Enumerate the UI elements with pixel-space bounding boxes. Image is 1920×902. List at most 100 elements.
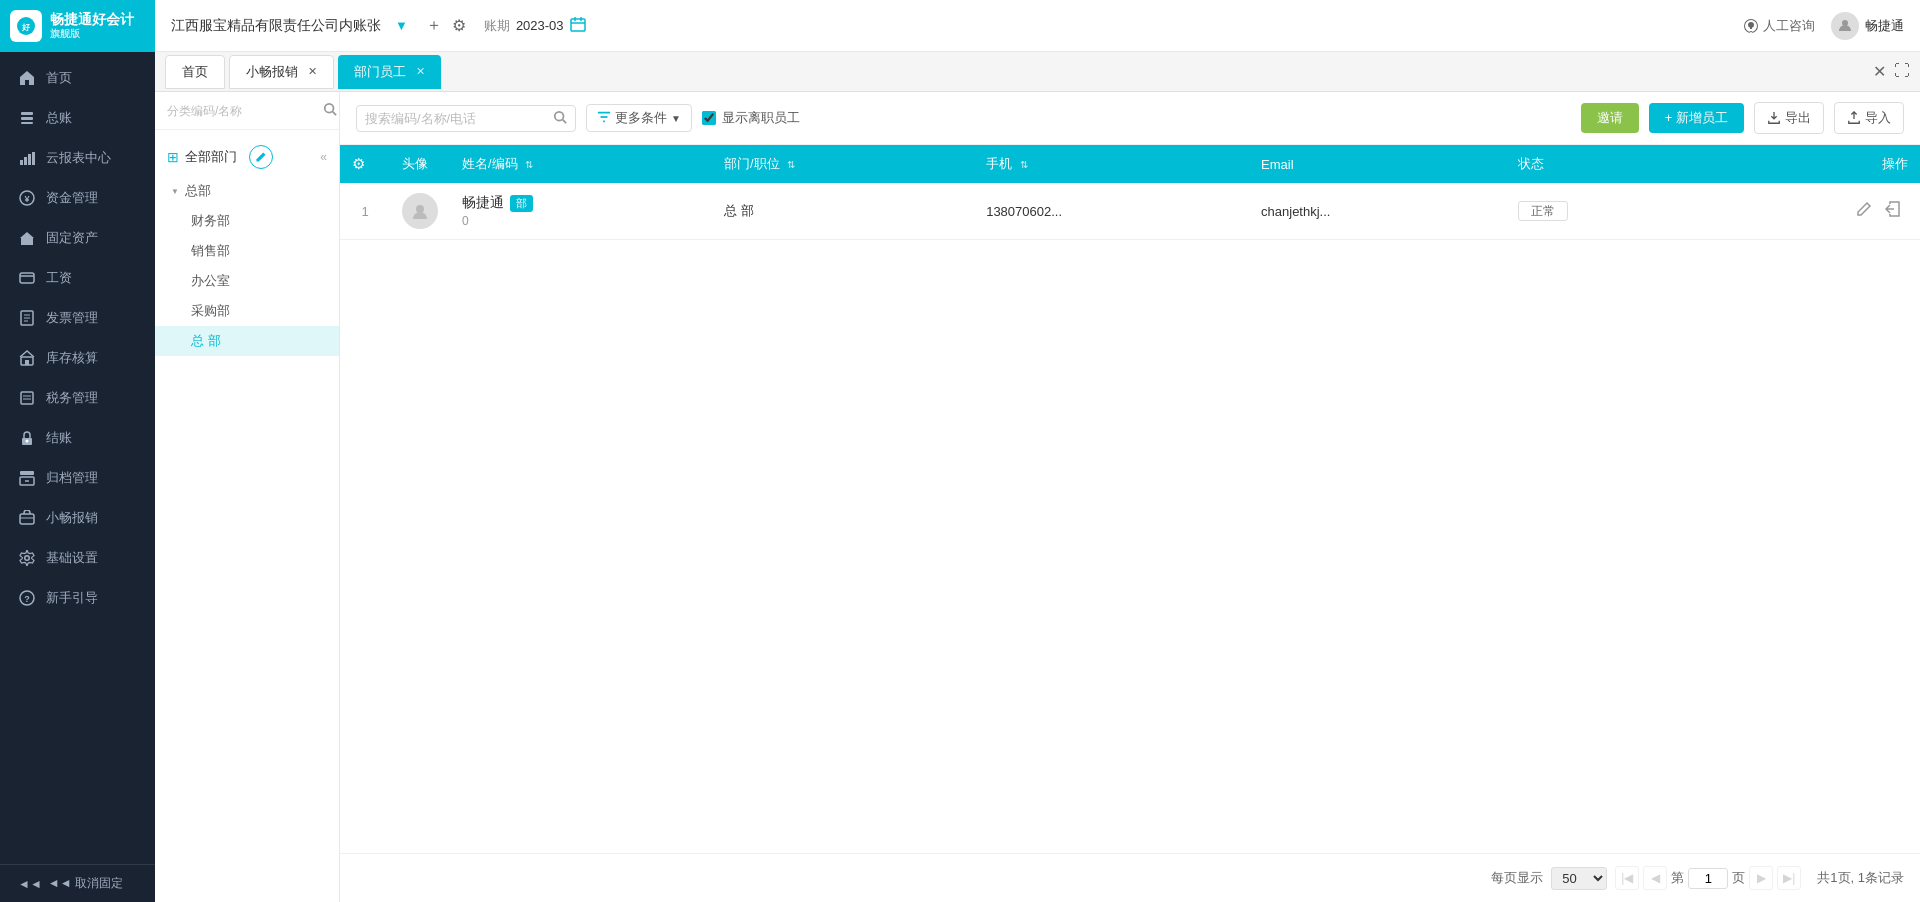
table-settings-icon[interactable]: ⚙ [352, 155, 365, 172]
sidebar-item-expense[interactable]: 小畅报销 [0, 498, 155, 538]
support-button[interactable]: 人工咨询 [1743, 17, 1815, 35]
sidebar-item-inventory[interactable]: 库存核算 [0, 338, 155, 378]
svg-rect-33 [571, 19, 585, 31]
sidebar-nav: 首页 总账 云报表中心 ¥ 资金管理 固定资产 [0, 52, 155, 864]
add-employee-button[interactable]: + 新增员工 [1649, 103, 1744, 133]
page-size-select[interactable]: 50 10 20 100 [1551, 867, 1607, 890]
dept-search-icon[interactable] [323, 102, 337, 119]
page-last-button[interactable]: ▶| [1777, 866, 1801, 890]
employee-search-input[interactable] [365, 111, 547, 126]
svg-line-41 [563, 119, 567, 123]
page-prev-button[interactable]: ◀ [1643, 866, 1667, 890]
col-status-label: 状态 [1518, 156, 1544, 171]
toolbar-right: 邀请 + 新增员工 导出 导入 [1581, 102, 1904, 134]
row-employee-name: 畅捷通 部 [462, 194, 700, 212]
sidebar-item-reports[interactable]: 云报表中心 [0, 138, 155, 178]
dept-group-label: 总部 [185, 182, 211, 200]
employee-search-icon[interactable] [553, 110, 567, 127]
employee-data-table: ⚙ 头像 姓名/编码 ⇅ 部门/职位 ⇅ [340, 145, 1920, 240]
tab-expand-icon[interactable]: ⛶ [1894, 62, 1910, 81]
sidebar-item-payroll[interactable]: 工资 [0, 258, 155, 298]
row-name-cell: 畅捷通 部 0 [450, 183, 712, 240]
tab-department[interactable]: 部门员工 ✕ [338, 55, 441, 89]
dept-finance-label: 财务部 [191, 213, 230, 228]
svg-text:?: ? [24, 594, 30, 604]
sidebar-item-home[interactable]: 首页 [0, 58, 155, 98]
sidebar-item-assets[interactable]: 固定资产 [0, 218, 155, 258]
tab-expense-label: 小畅报销 [246, 63, 298, 81]
svg-point-25 [26, 440, 29, 443]
sidebar-item-ledger[interactable]: 总账 [0, 98, 155, 138]
employee-table: ⚙ 头像 姓名/编码 ⇅ 部门/职位 ⇅ [340, 145, 1920, 853]
add-company-icon[interactable]: ＋ [426, 15, 442, 36]
tab-expense-close-icon[interactable]: ✕ [308, 65, 317, 78]
tab-home[interactable]: 首页 [165, 55, 225, 89]
sidebar-item-label-closing: 结账 [46, 429, 72, 447]
show-resigned-checkbox[interactable] [702, 111, 716, 125]
company-settings-icon[interactable]: ⚙ [452, 16, 466, 35]
dept-edit-icon[interactable] [249, 145, 273, 169]
tab-expense[interactable]: 小畅报销 ✕ [229, 55, 334, 89]
capital-icon: ¥ [18, 189, 36, 207]
dept-collapse-icon[interactable]: « [320, 150, 327, 164]
filter-button[interactable]: 更多条件 ▼ [586, 104, 692, 132]
period-value: 2023-03 [516, 18, 564, 33]
tab-department-close-icon[interactable]: ✕ [416, 65, 425, 78]
tab-close-action-icon[interactable]: ✕ [1873, 62, 1886, 81]
sidebar-item-label-inventory: 库存核算 [46, 349, 98, 367]
sidebar-item-label-archive: 归档管理 [46, 469, 98, 487]
col-phone[interactable]: 手机 ⇅ [974, 145, 1249, 183]
dept-all-button[interactable]: ⊞ 全部部门 « [155, 138, 339, 176]
dept-child-finance[interactable]: 财务部 [155, 206, 339, 236]
company-dropdown-icon[interactable]: ▼ [395, 18, 408, 33]
sidebar-item-closing[interactable]: 结账 [0, 418, 155, 458]
invite-button[interactable]: 邀请 [1581, 103, 1639, 133]
page-input-wrap: 第 页 [1671, 868, 1745, 889]
unpin-button[interactable]: ◄◄ ◄◄ 取消固定 [18, 875, 137, 892]
svg-rect-11 [21, 238, 33, 245]
dept-group-header[interactable]: 总部 [155, 176, 339, 206]
col-dept[interactable]: 部门/职位 ⇅ [712, 145, 974, 183]
payroll-icon [18, 269, 36, 287]
dept-search-input[interactable] [167, 104, 317, 118]
main-area: 江西服宝精品有限责任公司内账张 ▼ ＋ ⚙ 账期 2023-03 人工咨询 畅捷… [155, 0, 1920, 902]
employee-toolbar: 更多条件 ▼ 显示离职员工 邀请 + 新增员工 导出 导入 [340, 92, 1920, 145]
logout-button[interactable] [1884, 203, 1900, 220]
archive-icon [18, 469, 36, 487]
closing-icon [18, 429, 36, 447]
page-input[interactable] [1688, 868, 1728, 889]
dept-child-purchasing[interactable]: 采购部 [155, 296, 339, 326]
svg-rect-20 [25, 360, 29, 365]
sidebar-item-guide[interactable]: ? 新手引导 [0, 578, 155, 618]
col-avatar: 头像 [390, 145, 450, 183]
dept-child-general[interactable]: 总 部 [155, 326, 339, 356]
dept-child-sales[interactable]: 销售部 [155, 236, 339, 266]
tab-home-label: 首页 [182, 63, 208, 81]
svg-rect-4 [21, 122, 33, 124]
svg-text:好: 好 [21, 23, 31, 32]
sidebar-item-invoice[interactable]: 发票管理 [0, 298, 155, 338]
dept-child-office[interactable]: 办公室 [155, 266, 339, 296]
page-next-button[interactable]: ▶ [1749, 866, 1773, 890]
calendar-icon[interactable] [570, 16, 586, 35]
sidebar-item-settings[interactable]: 基础设置 [0, 538, 155, 578]
show-resigned-toggle[interactable]: 显示离职员工 [702, 109, 800, 127]
row-email: chanjethkj... [1249, 183, 1506, 240]
topbar-right: 人工咨询 畅捷通 [1743, 12, 1904, 40]
expense-icon [18, 509, 36, 527]
sidebar-item-tax[interactable]: 税务管理 [0, 378, 155, 418]
employee-search-box[interactable] [356, 105, 576, 132]
sidebar-item-archive[interactable]: 归档管理 [0, 458, 155, 498]
svg-point-45 [416, 205, 424, 213]
svg-rect-5 [20, 160, 23, 165]
sidebar-item-capital[interactable]: ¥ 资金管理 [0, 178, 155, 218]
col-phone-label: 手机 [986, 156, 1012, 171]
user-menu[interactable]: 畅捷通 [1831, 12, 1904, 40]
import-button[interactable]: 导入 [1834, 102, 1904, 134]
export-button[interactable]: 导出 [1754, 102, 1824, 134]
app-edition: 旗舰版 [50, 27, 134, 41]
page-first-button[interactable]: |◀ [1615, 866, 1639, 890]
edit-button[interactable] [1856, 203, 1876, 220]
col-name[interactable]: 姓名/编码 ⇅ [450, 145, 712, 183]
sidebar-item-label-guide: 新手引导 [46, 589, 98, 607]
